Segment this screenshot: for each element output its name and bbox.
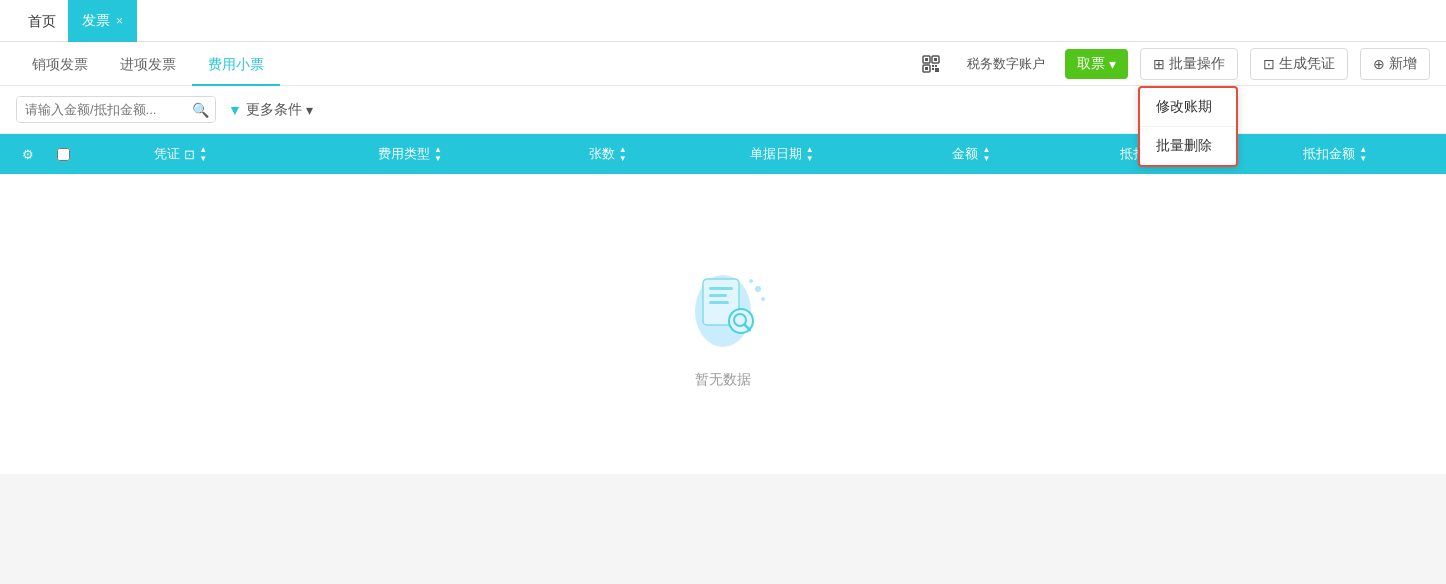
tab-sales[interactable]: 销项发票 <box>16 42 104 86</box>
tab-expense[interactable]: 费用小票 <box>192 42 280 86</box>
tab-incoming[interactable]: 进项发票 <box>104 42 192 86</box>
svg-point-20 <box>761 297 765 301</box>
select-all-checkbox[interactable] <box>57 148 70 161</box>
sub-nav-tabs: 销项发票 进项发票 费用小票 <box>16 42 280 85</box>
th-amount-label: 金额 <box>952 145 978 163</box>
batch-ops-dropdown-container: ⊞ 批量操作 修改账期 批量删除 <box>1140 48 1238 80</box>
svg-rect-1 <box>925 58 928 61</box>
qr-code-button[interactable] <box>915 48 947 80</box>
more-conditions-arrow: ▾ <box>306 102 313 118</box>
take-ticket-arrow: ▾ <box>1109 56 1116 72</box>
sort-up-icon: ▲ <box>434 146 442 154</box>
th-voucher-icon: ⊡ <box>184 147 195 162</box>
svg-rect-7 <box>935 65 937 67</box>
table-body: 暂无数据 <box>0 174 1446 474</box>
svg-rect-13 <box>709 294 727 297</box>
th-count: 张数 ▲ ▼ <box>537 145 679 163</box>
expense-type-sort[interactable]: ▲ ▼ <box>434 146 442 163</box>
th-voucher: 凭证 ⊡ ▲ ▼ <box>78 145 284 163</box>
top-nav: 首页 发票 × <box>0 0 1446 42</box>
search-icon[interactable]: 🔍 <box>192 102 209 118</box>
th-date: 单据日期 ▲ ▼ <box>679 145 885 163</box>
sort-down-icon: ▼ <box>434 155 442 163</box>
batch-ops-button[interactable]: ⊞ 批量操作 <box>1140 48 1238 80</box>
search-input-wrap: 🔍 <box>16 96 216 123</box>
sort-down-icon: ▼ <box>199 155 207 163</box>
sort-up-icon: ▲ <box>199 146 207 154</box>
sub-nav-actions: 税务数字账户 取票 ▾ ⊞ 批量操作 修改账期 批量删除 ⊡ 生成凭证 ⊕ 新增 <box>915 48 1430 80</box>
add-new-button[interactable]: ⊕ 新增 <box>1360 48 1430 80</box>
voucher-sort[interactable]: ▲ ▼ <box>199 146 207 163</box>
take-ticket-label: 取票 <box>1077 55 1105 73</box>
th-expense-type-label: 费用类型 <box>378 145 430 163</box>
th-deduct-amount: 抵扣金额 ▲ ▼ <box>1232 145 1438 163</box>
svg-point-18 <box>755 286 761 292</box>
empty-state-icon <box>673 259 773 359</box>
svg-rect-9 <box>935 68 939 72</box>
more-conditions-button[interactable]: ▼ 更多条件 ▾ <box>228 101 313 119</box>
th-gear[interactable]: ⚙ <box>8 147 48 162</box>
th-voucher-label: 凭证 <box>154 145 180 163</box>
count-sort[interactable]: ▲ ▼ <box>619 146 627 163</box>
tax-account-button[interactable]: 税务数字账户 <box>959 55 1053 73</box>
th-deduct-amount-label: 抵扣金额 <box>1303 145 1355 163</box>
take-ticket-button[interactable]: 取票 ▾ <box>1065 49 1128 79</box>
sort-up-icon: ▲ <box>1359 146 1367 154</box>
sort-up-icon: ▲ <box>982 146 990 154</box>
deduct-amount-sort[interactable]: ▲ ▼ <box>1359 146 1367 163</box>
batch-menu-modify-period[interactable]: 修改账期 <box>1140 88 1236 126</box>
svg-rect-12 <box>709 287 733 290</box>
generate-voucher-label: 生成凭证 <box>1279 55 1335 73</box>
batch-ops-icon: ⊞ <box>1153 56 1165 72</box>
batch-menu-batch-delete[interactable]: 批量删除 <box>1140 127 1236 165</box>
th-amount: 金额 ▲ ▼ <box>884 145 1058 163</box>
sort-down-icon: ▼ <box>619 155 627 163</box>
th-expense-type: 费用类型 ▲ ▼ <box>284 145 537 163</box>
home-nav-item[interactable]: 首页 <box>16 0 68 42</box>
add-new-label: 新增 <box>1389 55 1417 73</box>
sort-down-icon: ▼ <box>1359 155 1367 163</box>
sub-nav: 销项发票 进项发票 费用小票 税务数字账户 取票 ▾ <box>0 42 1446 86</box>
amount-sort[interactable]: ▲ ▼ <box>982 146 990 163</box>
qr-icon <box>921 54 941 74</box>
th-count-label: 张数 <box>589 145 615 163</box>
add-new-icon: ⊕ <box>1373 56 1385 72</box>
gear-icon: ⚙ <box>22 147 34 162</box>
generate-voucher-button[interactable]: ⊡ 生成凭证 <box>1250 48 1348 80</box>
svg-rect-5 <box>925 67 928 70</box>
invoice-tab-close[interactable]: × <box>116 14 123 28</box>
batch-ops-menu: 修改账期 批量删除 <box>1138 86 1238 167</box>
search-input[interactable] <box>17 97 215 122</box>
filter-icon: ▼ <box>228 102 242 118</box>
empty-state-text: 暂无数据 <box>695 371 751 389</box>
svg-rect-6 <box>932 65 934 67</box>
invoice-nav-tab[interactable]: 发票 × <box>68 0 137 42</box>
invoice-tab-label: 发票 <box>82 12 110 30</box>
svg-rect-14 <box>709 301 729 304</box>
th-date-label: 单据日期 <box>750 145 802 163</box>
svg-rect-3 <box>934 58 937 61</box>
sort-up-icon: ▲ <box>806 146 814 154</box>
sort-down-icon: ▼ <box>982 155 990 163</box>
svg-rect-8 <box>932 68 934 70</box>
batch-ops-label: 批量操作 <box>1169 55 1225 73</box>
th-checkbox <box>48 148 78 161</box>
sort-up-icon: ▲ <box>619 146 627 154</box>
more-conditions-label: 更多条件 <box>246 101 302 119</box>
generate-voucher-icon: ⊡ <box>1263 56 1275 72</box>
date-sort[interactable]: ▲ ▼ <box>806 146 814 163</box>
sort-down-icon: ▼ <box>806 155 814 163</box>
svg-point-19 <box>749 279 753 283</box>
